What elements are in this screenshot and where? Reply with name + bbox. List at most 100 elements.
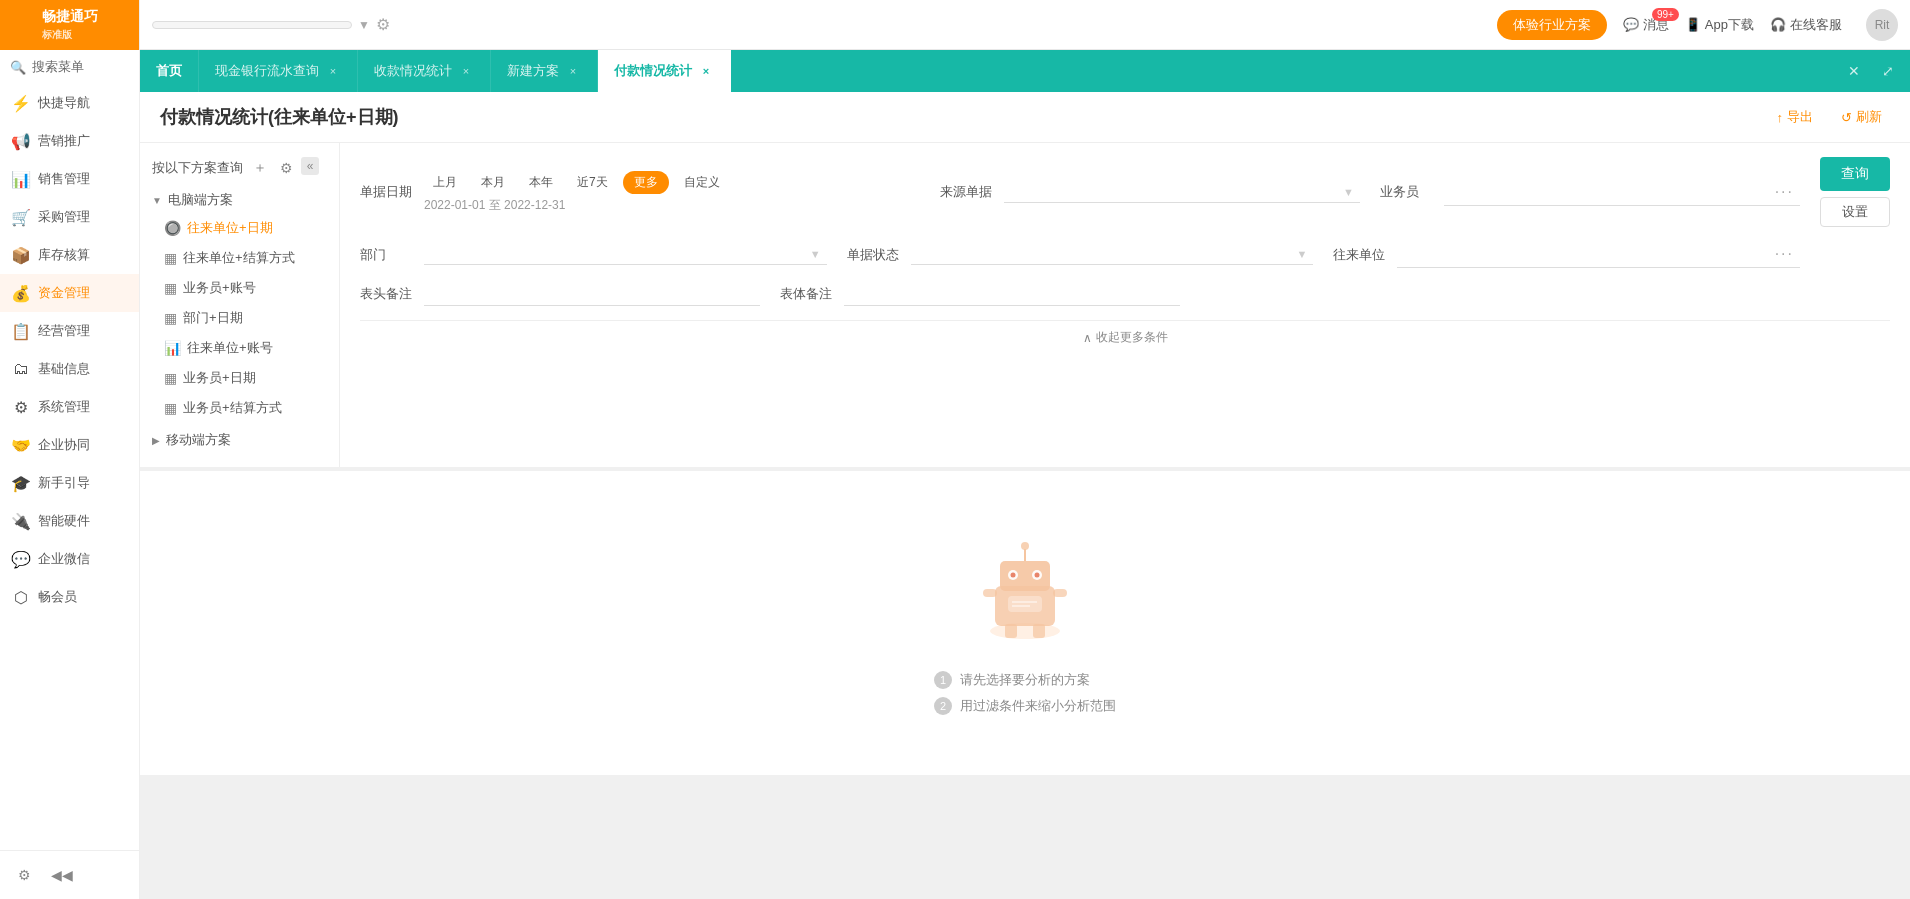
empty-tip-2: 2 用过滤条件来缩小分析范围 (934, 697, 1116, 715)
sidebar-item-inventory[interactable]: 📦 库存核算 (0, 236, 139, 274)
sidebar-item-label: 企业协同 (38, 436, 90, 454)
export-btn[interactable]: ↑ 导出 (1769, 104, 1822, 130)
sidebar-item-enterprise[interactable]: 🤝 企业协同 (0, 426, 139, 464)
collapse-bar[interactable]: ∧ 收起更多条件 (360, 320, 1890, 354)
related-unit-picker[interactable]: ··· (1397, 241, 1800, 268)
tab-new-scheme-label: 新建方案 (507, 62, 559, 80)
close-all-tabs-btn[interactable]: ✕ (1840, 57, 1868, 85)
staff-picker[interactable]: ··· (1444, 179, 1800, 206)
search-menu[interactable]: 🔍 搜索菜单 (0, 50, 139, 84)
sidebar-bottom: ⚙ ◀◀ (0, 850, 139, 899)
tab-home[interactable]: 首页 (140, 50, 199, 92)
tab-receipt-stat[interactable]: 收款情况统计 × (358, 50, 491, 92)
scheme-item-radio-icon: 🔘 (164, 220, 181, 236)
filter-settings-btn[interactable]: 设置 (1820, 197, 1890, 227)
sidebar-item-label: 销售管理 (38, 170, 90, 188)
scheme-group-desktop: ▼ 电脑端方案 🔘 往来单位+日期 ▦ 往来单位+结算方式 ▦ 业务员+账号 (140, 187, 339, 423)
body-note-input[interactable] (844, 282, 1180, 306)
sidebar-item-operations[interactable]: 📋 经营管理 (0, 312, 139, 350)
tab-new-scheme-close[interactable]: × (565, 63, 581, 79)
hardware-icon: 🔌 (12, 512, 30, 530)
query-btn[interactable]: 查询 (1820, 157, 1890, 191)
scheme-item-staff-settle[interactable]: ▦ 业务员+结算方式 (140, 393, 339, 423)
scheme-item-staff-account[interactable]: ▦ 业务员+账号 (140, 273, 339, 303)
scheme-item-unit-account[interactable]: 📊 往来单位+账号 (140, 333, 339, 363)
trial-btn[interactable]: 体验行业方案 (1497, 10, 1607, 40)
tip-num-2: 2 (934, 697, 952, 715)
user-name: Rit (1875, 18, 1890, 32)
tab-new-scheme[interactable]: 新建方案 × (491, 50, 598, 92)
tab-payment-stat[interactable]: 付款情况统计 × (598, 50, 731, 92)
scheme-item-unit-date[interactable]: 🔘 往来单位+日期 (140, 213, 339, 243)
sidebar-item-base-info[interactable]: 🗂 基础信息 (0, 350, 139, 388)
scheme-header-title: 按以下方案查询 (152, 159, 243, 177)
message-action[interactable]: 💬 消息 99+ (1623, 16, 1669, 34)
sidebar-item-guide[interactable]: 🎓 新手引导 (0, 464, 139, 502)
settings-gear-icon[interactable]: ⚙ (376, 15, 390, 34)
sidebar-item-purchase[interactable]: 🛒 采购管理 (0, 198, 139, 236)
sidebar-item-marketing[interactable]: 📢 营销推广 (0, 122, 139, 160)
sidebar-item-sales[interactable]: 📊 销售管理 (0, 160, 139, 198)
scheme-item-label: 业务员+账号 (183, 279, 256, 297)
address-dropdown-icon[interactable]: ▼ (358, 18, 370, 32)
sidebar-item-quick-nav[interactable]: ⚡ 快捷导航 (0, 84, 139, 122)
scheme-collapse-btn[interactable]: « (301, 157, 319, 175)
svg-rect-12 (1053, 589, 1067, 597)
scheme-group-desktop-header[interactable]: ▼ 电脑端方案 (140, 187, 339, 213)
dept-select[interactable]: ▼ (424, 244, 827, 265)
filter-row-3: 表头备注 表体备注 (360, 282, 1890, 306)
scheme-item-label: 业务员+结算方式 (183, 399, 282, 417)
date-btn-custom[interactable]: 自定义 (675, 170, 729, 195)
user-profile[interactable]: Rit (1866, 9, 1898, 41)
sidebar-item-label: 企业微信 (38, 550, 90, 568)
tab-receipt-stat-close[interactable]: × (458, 63, 474, 79)
empty-illustration (965, 531, 1085, 651)
date-btn-this-year[interactable]: 本年 (520, 170, 562, 195)
tab-payment-stat-close[interactable]: × (698, 63, 714, 79)
sidebar-item-label: 经营管理 (38, 322, 90, 340)
date-btn-last-7days[interactable]: 近7天 (568, 170, 617, 195)
customer-service-action[interactable]: 🎧 在线客服 (1770, 16, 1842, 34)
related-unit-label: 往来单位 (1333, 246, 1389, 264)
body-note-label: 表体备注 (780, 285, 836, 303)
scheme-group-arrow: ▼ (152, 195, 162, 206)
scheme-sidebar: 按以下方案查询 ＋ ⚙ « ▼ 电脑端方案 🔘 往来单位+日期 (140, 143, 340, 467)
date-btn-last-month[interactable]: 上月 (424, 170, 466, 195)
address-bar[interactable] (152, 21, 352, 29)
staff-field: 业务员 ··· (1380, 179, 1800, 206)
sidebar-item-vip[interactable]: ⬡ 畅会员 (0, 578, 139, 616)
scheme-item-label: 业务员+日期 (183, 369, 256, 387)
sidebar-item-wechat[interactable]: 💬 企业微信 (0, 540, 139, 578)
sidebar-item-system[interactable]: ⚙ 系统管理 (0, 388, 139, 426)
date-btn-this-month[interactable]: 本月 (472, 170, 514, 195)
scheme-item-unit-settle[interactable]: ▦ 往来单位+结算方式 (140, 243, 339, 273)
scheme-group-mobile-header[interactable]: ▶ 移动端方案 (140, 427, 339, 453)
address-bar-area: ▼ ⚙ (152, 15, 1489, 34)
scheme-settings-btn[interactable]: ⚙ (275, 157, 297, 179)
scheme-item-table-icon3: ▦ (164, 310, 177, 326)
refresh-btn[interactable]: ↺ 刷新 (1833, 104, 1890, 130)
sidebar-settings-btn[interactable]: ⚙ (10, 861, 38, 889)
staff-label: 业务员 (1380, 183, 1436, 201)
app-download-action[interactable]: 📱 App下载 (1685, 16, 1754, 34)
app-version: 标准版 (42, 28, 98, 42)
maximize-btn[interactable]: ⤢ (1874, 57, 1902, 85)
scheme-group-mobile-arrow: ▶ (152, 435, 160, 446)
scheme-item-staff-date[interactable]: ▦ 业务员+日期 (140, 363, 339, 393)
scheme-add-btn[interactable]: ＋ (249, 157, 271, 179)
header-note-input[interactable] (424, 282, 760, 306)
tab-bank-flow-close[interactable]: × (325, 63, 341, 79)
tab-bank-flow[interactable]: 现金银行流水查询 × (199, 50, 358, 92)
date-btn-more[interactable]: 更多 (623, 171, 669, 194)
sidebar-item-finance[interactable]: 💰 资金管理 (0, 274, 139, 312)
sidebar: 畅捷通巧 标准版 🔍 搜索菜单 ⚡ 快捷导航 📢 营销推广 📊 销售管理 🛒 采… (0, 0, 140, 899)
message-badge: 99+ (1652, 8, 1679, 21)
scheme-item-label: 往来单位+账号 (187, 339, 273, 357)
date-range-display[interactable]: 2022-01-01 至 2022-12-31 (424, 197, 920, 214)
sidebar-item-hardware[interactable]: 🔌 智能硬件 (0, 502, 139, 540)
source-select[interactable]: ▼ (1004, 182, 1360, 203)
doc-status-select[interactable]: ▼ (911, 244, 1314, 265)
sidebar-collapse-btn[interactable]: ◀◀ (48, 861, 76, 889)
svg-rect-10 (1033, 624, 1045, 638)
scheme-item-dept-date[interactable]: ▦ 部门+日期 (140, 303, 339, 333)
